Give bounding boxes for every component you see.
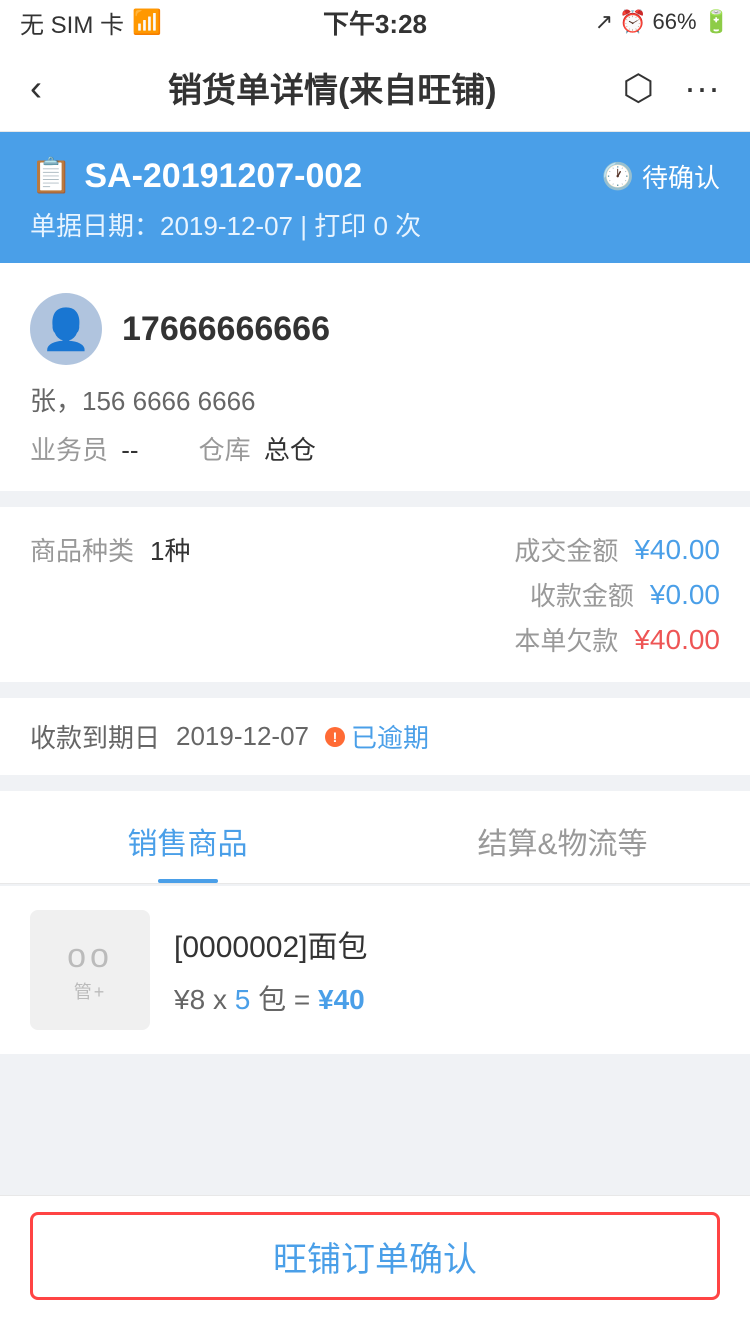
received-amount-row: 收款金额 ¥0.00 <box>530 576 720 613</box>
product-info: [0000002]面包 ¥8 x 5 包 = ¥40 <box>174 922 720 1018</box>
share-button[interactable]: ⬡ <box>623 67 654 109</box>
due-date-value: 2019-12-07 <box>176 721 309 752</box>
status-bar-time: 下午3:28 <box>323 4 427 41</box>
order-icon: 📋 <box>30 156 72 196</box>
salesman-field: 业务员 -- <box>30 430 139 467</box>
wifi-icon: 📶 <box>132 8 162 37</box>
deal-amount-row: 成交金额 ¥40.00 <box>514 531 720 568</box>
status-bar-right: ↗ ⏰ 66% 🔋 <box>595 9 730 35</box>
customer-row: 👤 17666666666 <box>30 293 720 365</box>
logo-brand-text: 管+ <box>74 978 107 1004</box>
alarm-icon: ⏰ <box>619 9 646 35</box>
user-icon: 👤 <box>41 306 91 353</box>
tabs-row: 销售商品 结算&物流等 <box>0 791 750 884</box>
salesman-value: -- <box>121 435 138 465</box>
deal-amount-label: 成交金额 <box>514 531 618 568</box>
nav-bar: ‹ 销货单详情(来自旺铺) ⬡ ··· <box>0 44 750 132</box>
warehouse-field: 仓库 总仓 <box>199 430 316 467</box>
overdue-warning-icon: ! <box>325 727 345 747</box>
product-type: 商品种类 1种 <box>30 531 190 568</box>
amounts: 成交金额 ¥40.00 收款金额 ¥0.00 本单欠款 ¥40.00 <box>514 531 720 658</box>
product-type-value: 1种 <box>150 531 190 568</box>
product-type-label: 商品种类 <box>30 531 134 568</box>
summary-section: 商品种类 1种 成交金额 ¥40.00 收款金额 ¥0.00 本单欠款 ¥40.… <box>0 507 750 682</box>
tab-sales-products[interactable]: 销售商品 <box>0 791 375 883</box>
debt-label: 本单欠款 <box>514 621 618 658</box>
logo-eyes-icon: oo <box>67 937 113 976</box>
received-label: 收款金额 <box>530 576 634 613</box>
customer-phone: 17666666666 <box>122 310 330 349</box>
due-date-section: 收款到期日 2019-12-07 ! 已逾期 <box>0 698 750 775</box>
order-header: 📋 SA-20191207-002 🕐 待确认 单据日期：2019-12-07 … <box>0 132 750 263</box>
debt-amount-row: 本单欠款 ¥40.00 <box>514 621 720 658</box>
bottom-bar: 旺铺订单确认 <box>0 1195 750 1334</box>
product-section: oo 管+ [0000002]面包 ¥8 x 5 包 = ¥40 <box>0 886 750 1054</box>
status-bar: 无 SIM 卡 📶 下午3:28 ↗ ⏰ 66% 🔋 <box>0 0 750 44</box>
warehouse-label: 仓库 <box>199 435 251 465</box>
product-qty: 5 <box>235 984 251 1015</box>
nav-right: ⬡ ··· <box>623 67 720 109</box>
header-top: 📋 SA-20191207-002 🕐 待确认 <box>30 156 720 196</box>
product-total: ¥40 <box>318 984 365 1015</box>
avatar: 👤 <box>30 293 102 365</box>
overdue-badge: ! 已逾期 <box>325 718 429 755</box>
order-date: 单据日期：2019-12-07 | 打印 0 次 <box>30 206 720 243</box>
confirm-order-button[interactable]: 旺铺订单确认 <box>30 1212 720 1300</box>
tab-settlement-logistics[interactable]: 结算&物流等 <box>375 791 750 883</box>
content-spacer <box>0 1054 750 1174</box>
status-badge: 🕐 待确认 <box>602 158 720 195</box>
product-logo: oo 管+ <box>67 937 113 1004</box>
order-id: 📋 SA-20191207-002 <box>30 156 362 196</box>
product-item: oo 管+ [0000002]面包 ¥8 x 5 包 = ¥40 <box>30 910 720 1030</box>
back-button[interactable]: ‹ <box>30 67 42 109</box>
warehouse-value: 总仓 <box>264 435 316 465</box>
received-value: ¥0.00 <box>650 579 720 611</box>
battery-icon: 🔋 <box>703 9 730 35</box>
debt-value: ¥40.00 <box>634 624 720 656</box>
customer-meta: 业务员 -- 仓库 总仓 <box>30 430 720 467</box>
product-thumbnail: oo 管+ <box>30 910 150 1030</box>
product-name: [0000002]面包 <box>174 922 720 966</box>
location-icon: ↗ <box>595 9 613 35</box>
product-price: ¥8 x 5 包 = ¥40 <box>174 978 720 1018</box>
battery-text: 66% <box>653 9 697 35</box>
due-date-label: 收款到期日 <box>30 718 160 755</box>
page-title: 销货单详情(来自旺铺) <box>168 63 497 112</box>
more-button[interactable]: ··· <box>684 67 720 109</box>
status-bar-left: 无 SIM 卡 📶 <box>20 5 162 40</box>
customer-section: 👤 17666666666 张，156 6666 6666 业务员 -- 仓库 … <box>0 263 750 491</box>
deal-amount-value: ¥40.00 <box>634 534 720 566</box>
salesman-label: 业务员 <box>30 435 108 465</box>
tabs-section: 销售商品 结算&物流等 <box>0 791 750 884</box>
clock-icon: 🕐 <box>602 161 634 192</box>
overdue-text: 已逾期 <box>351 718 429 755</box>
carrier-text: 无 SIM 卡 <box>20 5 124 40</box>
customer-name: 张，156 6666 6666 <box>30 381 720 418</box>
